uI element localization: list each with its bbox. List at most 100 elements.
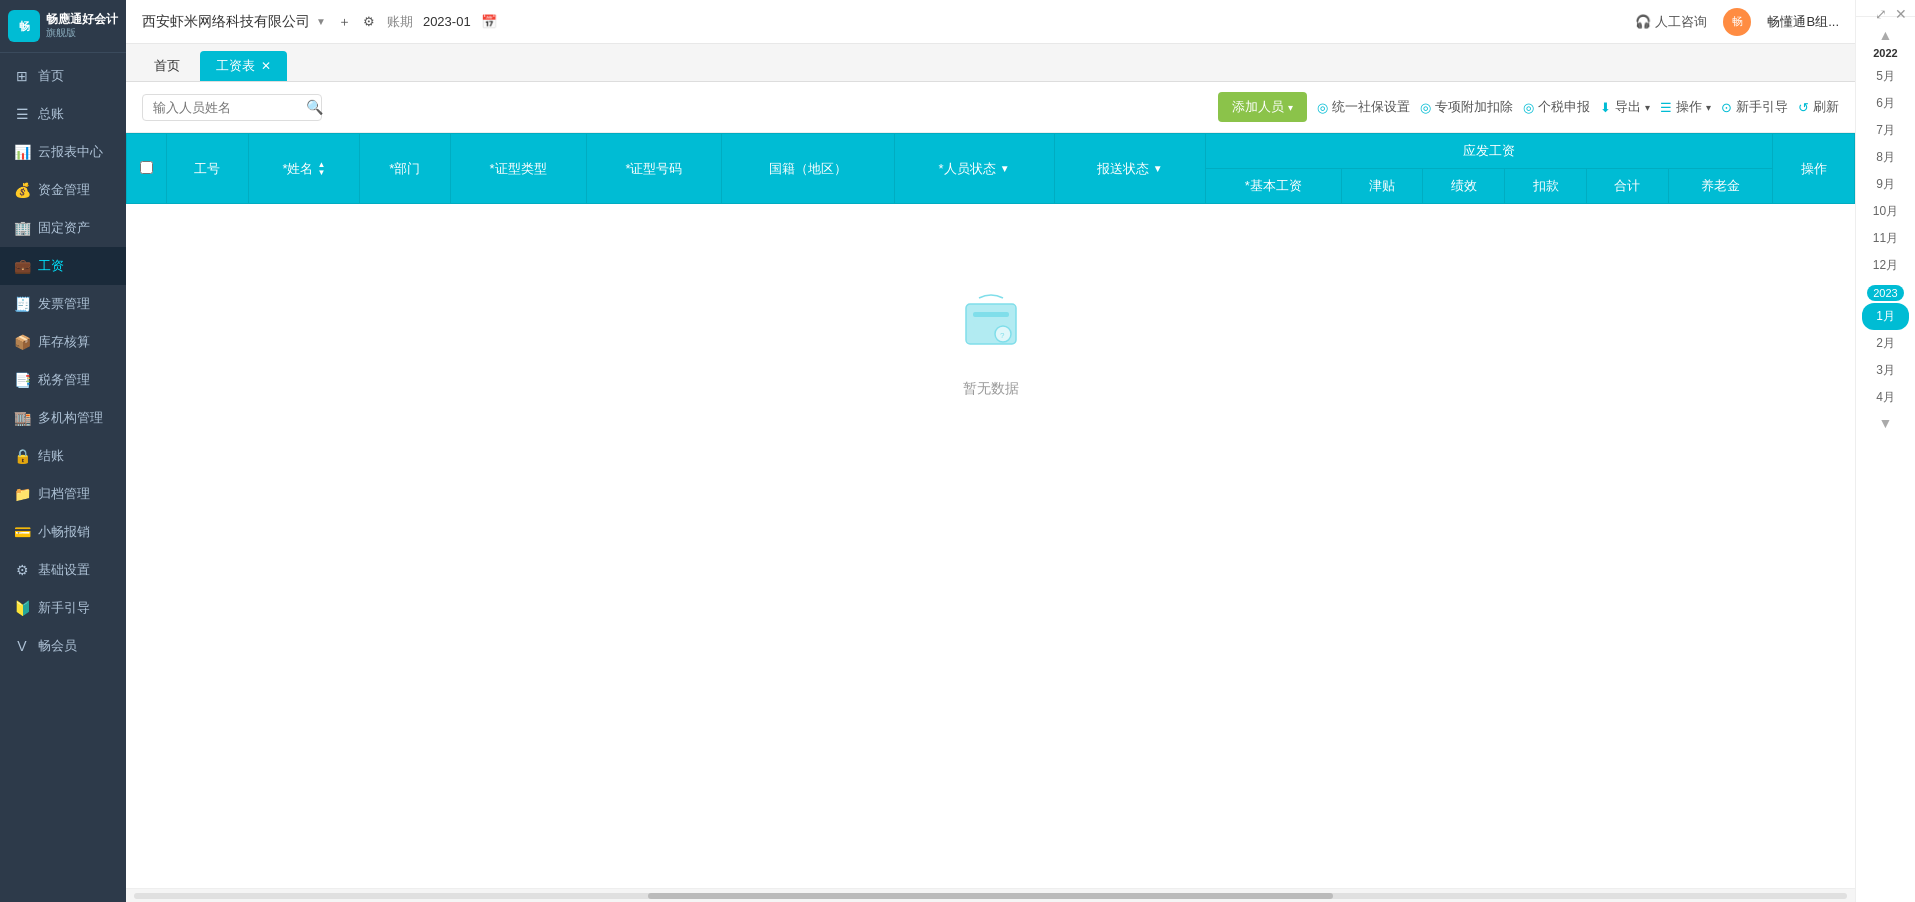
search-input[interactable] (142, 94, 322, 121)
inventory-icon: 📦 (14, 334, 30, 350)
tab-home-label: 首页 (154, 58, 180, 73)
panel-month-12[interactable]: 12月 (1856, 252, 1915, 279)
panel-month-7[interactable]: 7月 (1856, 117, 1915, 144)
sidebar-item-multi[interactable]: 🏬 多机构管理 (0, 399, 126, 437)
sidebar-label-fund: 资金管理 (38, 181, 90, 199)
export-button[interactable]: ⬇ 导出 ▾ (1600, 98, 1650, 116)
sidebar-item-home[interactable]: ⊞ 首页 (0, 57, 126, 95)
dropdown-arrow-icon: ▾ (1288, 102, 1293, 113)
sidebar-label-inventory: 库存核算 (38, 333, 90, 351)
svg-rect-3 (973, 331, 991, 335)
toolbar-left: 🔍 (142, 94, 323, 121)
checkbox-header (127, 134, 167, 204)
scroll-track (134, 893, 1847, 899)
guide-icon: 🔰 (14, 600, 30, 616)
tax-declaration-label: 个税申报 (1538, 98, 1590, 116)
panel-month-8[interactable]: 8月 (1856, 144, 1915, 171)
sidebar-label-home: 首页 (38, 67, 64, 85)
expand-panel-button[interactable]: ⤢ (1875, 6, 1887, 22)
panel-month-10[interactable]: 10月 (1856, 198, 1915, 225)
sidebar-item-settings[interactable]: ⚙ 基础设置 (0, 551, 126, 589)
panel-month-1-2023[interactable]: 1月 (1862, 303, 1909, 330)
sidebar-item-expense[interactable]: 💳 小畅报销 (0, 513, 126, 551)
sidebar-item-member[interactable]: V 畅会员 (0, 627, 126, 665)
sidebar-item-closing[interactable]: 🔒 结账 (0, 437, 126, 475)
tab-home[interactable]: 首页 (138, 51, 196, 81)
th-name: *姓名 ▲ ▼ (248, 134, 359, 204)
panel-month-9[interactable]: 9月 (1856, 171, 1915, 198)
home-icon: ⊞ (14, 68, 30, 84)
sidebar-item-guide[interactable]: 🔰 新手引导 (0, 589, 126, 627)
guide-btn-icon: ⊙ (1721, 100, 1732, 115)
sidebar-item-invoice[interactable]: 🧾 发票管理 (0, 285, 126, 323)
add-company-button[interactable]: ＋ (338, 13, 351, 31)
tax-icon: 📑 (14, 372, 30, 388)
th-performance: 绩效 (1423, 169, 1505, 204)
sidebar-item-fund[interactable]: 💰 资金管理 (0, 171, 126, 209)
multi-icon: 🏬 (14, 410, 30, 426)
operate-button[interactable]: ☰ 操作 ▾ (1660, 98, 1711, 116)
period-label: 账期 (387, 13, 413, 31)
th-deduction: 扣款 (1505, 169, 1587, 204)
top-header: 西安虾米网络科技有限公司 ▼ ＋ ⚙ 账期 2023-01 📅 🎧 人工咨询 畅… (126, 0, 1855, 44)
settings-button[interactable]: ⚙ (363, 14, 375, 29)
panel-month-5[interactable]: 5月 (1856, 63, 1915, 90)
panel-month-2-2023[interactable]: 2月 (1856, 330, 1915, 357)
sidebar-item-report[interactable]: 📊 云报表中心 (0, 133, 126, 171)
panel-month-6[interactable]: 6月 (1856, 90, 1915, 117)
svg-text:?: ? (1000, 331, 1005, 340)
headset-icon: 🎧 (1635, 14, 1651, 29)
sidebar-item-archive[interactable]: 📁 归档管理 (0, 475, 126, 513)
sidebar-item-asset[interactable]: 🏢 固定资产 (0, 209, 126, 247)
invoice-icon: 🧾 (14, 296, 30, 312)
social-insurance-button[interactable]: ◎ 统一社保设置 (1317, 98, 1410, 116)
fund-icon: 💰 (14, 182, 30, 198)
user-service-button[interactable]: 🎧 人工咨询 (1635, 13, 1707, 31)
horizontal-scrollbar[interactable] (126, 888, 1855, 902)
sidebar-item-ledger[interactable]: ☰ 总账 (0, 95, 126, 133)
asset-icon: 🏢 (14, 220, 30, 236)
panel-month-4-2023[interactable]: 4月 (1856, 384, 1915, 411)
th-id: 工号 (167, 134, 249, 204)
sidebar-logo: 畅 畅應通好会计 旗舰版 (0, 0, 126, 53)
right-panel: ⤢ ✕ ▲ 2022 5月 6月 7月 8月 9月 10月 11月 12月 20… (1855, 0, 1915, 902)
close-panel-button[interactable]: ✕ (1895, 6, 1907, 22)
th-cert-type: *证型类型 (450, 134, 586, 204)
user-name[interactable]: 畅懂通B组... (1767, 13, 1839, 31)
add-employee-button[interactable]: 添加人员 ▾ (1218, 92, 1307, 122)
export-icon: ⬇ (1600, 100, 1611, 115)
deduction-button[interactable]: ◎ 专项附加扣除 (1420, 98, 1513, 116)
th-base-salary: *基本工资 (1205, 169, 1341, 204)
sidebar-label-member: 畅会员 (38, 637, 77, 655)
panel-prev-button[interactable]: ▲ (1875, 23, 1897, 47)
sort-arrows-name[interactable]: ▲ ▼ (318, 161, 326, 177)
empty-illustration: ? (951, 284, 1031, 364)
tab-close-icon[interactable]: ✕ (261, 59, 271, 73)
sidebar-label-report: 云报表中心 (38, 143, 103, 161)
tax-declaration-button[interactable]: ◎ 个税申报 (1523, 98, 1590, 116)
panel-month-11[interactable]: 11月 (1856, 225, 1915, 252)
report-filter-icon[interactable]: ▼ (1153, 163, 1163, 174)
svg-rect-2 (973, 322, 997, 326)
panel-next-button[interactable]: ▼ (1875, 411, 1897, 435)
status-filter-icon[interactable]: ▼ (1000, 163, 1010, 174)
newbie-guide-button[interactable]: ⊙ 新手引导 (1721, 98, 1788, 116)
archive-icon: 📁 (14, 486, 30, 502)
tab-salary[interactable]: 工资表 ✕ (200, 51, 287, 81)
panel-month-3-2023[interactable]: 3月 (1856, 357, 1915, 384)
sidebar-item-tax[interactable]: 📑 税务管理 (0, 361, 126, 399)
social-label: 统一社保设置 (1332, 98, 1410, 116)
search-icon: 🔍 (306, 99, 323, 115)
empty-text: 暂无数据 (963, 380, 1019, 398)
select-all-checkbox[interactable] (140, 161, 153, 174)
ledger-icon: ☰ (14, 106, 30, 122)
scroll-thumb[interactable] (648, 893, 1333, 899)
sidebar-item-salary[interactable]: 💼 工资 (0, 247, 126, 285)
logo-text: 畅應通好会计 (46, 12, 118, 26)
company-selector[interactable]: 西安虾米网络科技有限公司 ▼ (142, 13, 326, 31)
sidebar-item-inventory[interactable]: 📦 库存核算 (0, 323, 126, 361)
refresh-button[interactable]: ↺ 刷新 (1798, 98, 1839, 116)
chevron-down-icon: ▼ (316, 16, 326, 27)
calendar-icon[interactable]: 📅 (481, 14, 497, 29)
th-report-status: 报送状态 ▼ (1054, 134, 1205, 204)
